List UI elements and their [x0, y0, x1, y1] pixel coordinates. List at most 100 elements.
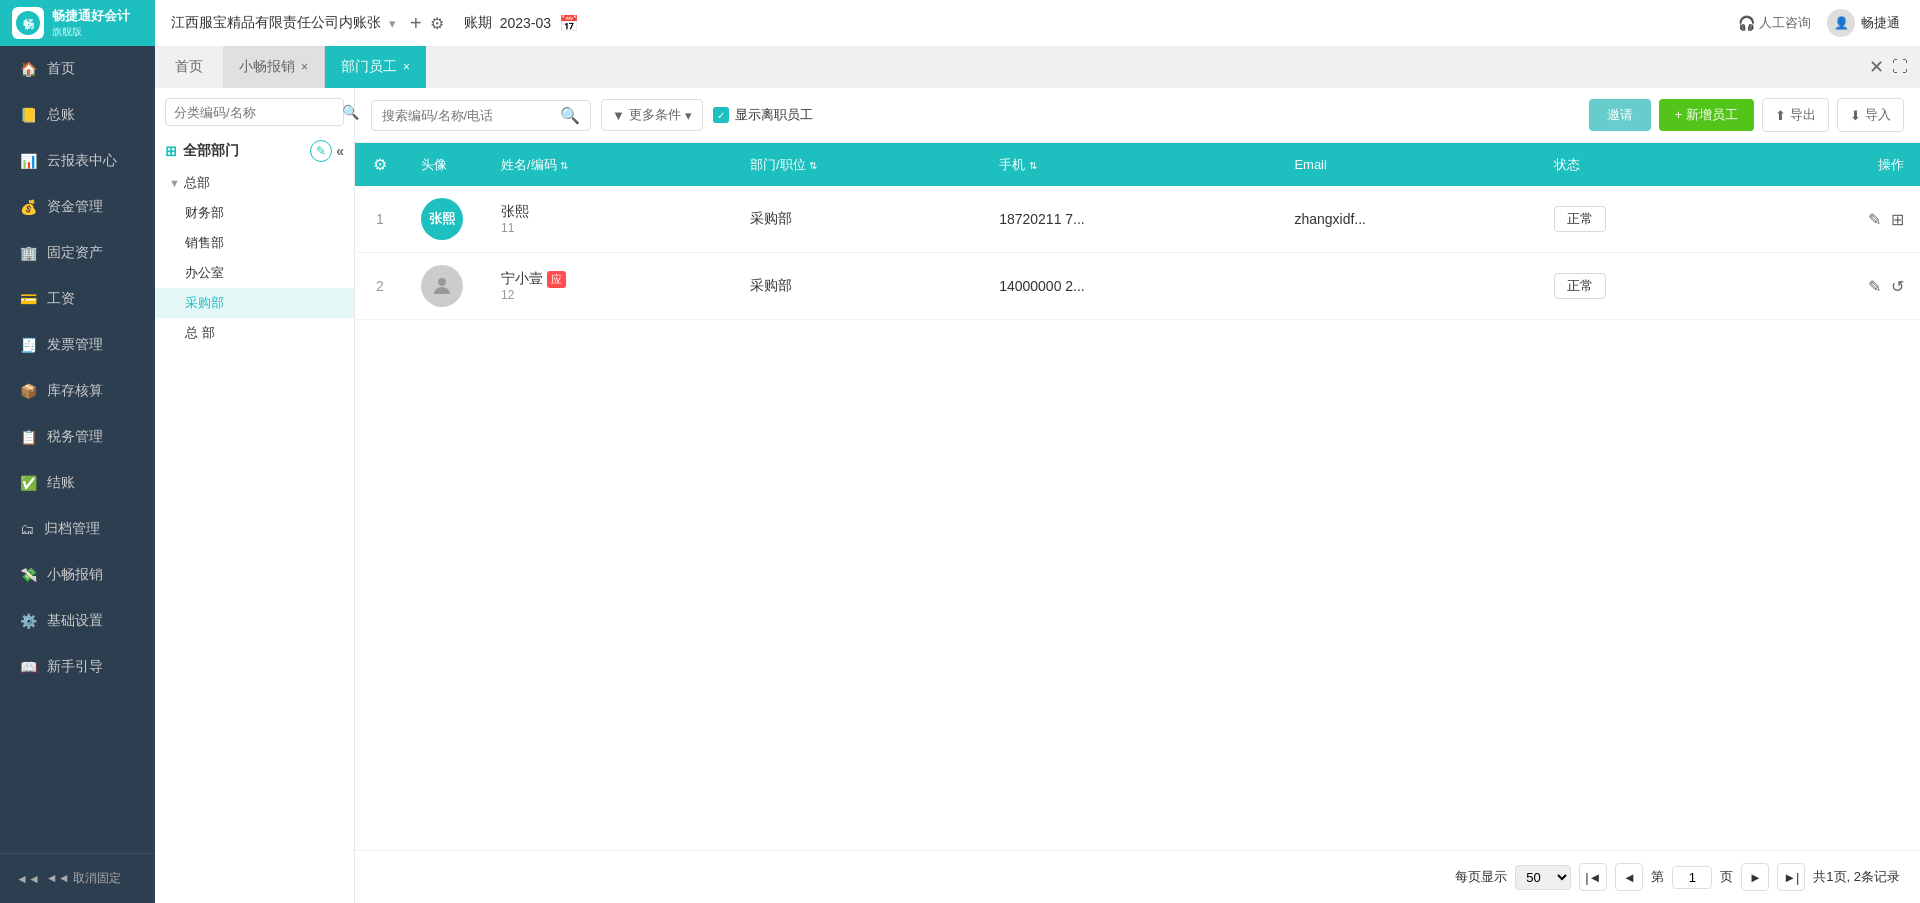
- dept-tree: ▼ 总部 财务部 销售部 办公室 采购部: [155, 168, 354, 348]
- guide-icon: 📖: [20, 659, 37, 675]
- sidebar-item-inventory[interactable]: 📦 库存核算: [0, 368, 155, 414]
- dept-root-label: 总部: [184, 174, 210, 192]
- tab-dept-close[interactable]: ×: [403, 60, 410, 74]
- dept-item-general[interactable]: 总 部: [155, 318, 354, 348]
- invoice-icon: 🧾: [20, 337, 37, 353]
- dept-edit-btn[interactable]: ✎: [310, 140, 332, 162]
- invite-btn[interactable]: 邀请: [1589, 99, 1651, 131]
- row2-tag: 应: [547, 271, 566, 288]
- col-settings[interactable]: ⚙: [355, 143, 405, 186]
- close-window-btn[interactable]: ✕: [1869, 56, 1884, 78]
- unpin-label: ◄◄ 取消固定: [46, 870, 121, 887]
- unpin-btn[interactable]: ◄◄ ◄◄ 取消固定: [0, 862, 155, 895]
- home-icon: 🏠: [20, 61, 37, 77]
- calendar-icon[interactable]: 📅: [559, 14, 579, 33]
- logo-section: 畅 畅捷通好会计 旗舰版: [0, 7, 155, 39]
- sidebar-item-assets[interactable]: 🏢 固定资产: [0, 230, 155, 276]
- tab-home[interactable]: 首页: [155, 46, 223, 88]
- import-btn[interactable]: ⬇ 导入: [1837, 98, 1904, 132]
- row2-phone-cell: 14000000 2...: [983, 253, 1278, 320]
- employee-search-box[interactable]: 🔍: [371, 100, 591, 131]
- maximize-btn[interactable]: ⛶: [1892, 58, 1908, 76]
- dept-item-root[interactable]: ▼ 总部: [155, 168, 354, 198]
- row1-phone-cell: 18720211 7...: [983, 186, 1278, 253]
- row1-edit-btn[interactable]: ✎: [1868, 210, 1881, 229]
- last-page-btn[interactable]: ►|: [1777, 863, 1805, 891]
- service-btn[interactable]: 🎧 人工咨询: [1738, 14, 1811, 32]
- dept-office-label: 办公室: [185, 265, 224, 280]
- sidebar-label-inventory: 库存核算: [47, 382, 103, 400]
- row2-avatar-cell: [405, 253, 485, 320]
- row1-actions: ✎ ⊞: [1765, 210, 1904, 229]
- show-resigned-checkbox-area[interactable]: ✓ 显示离职员工: [713, 106, 813, 124]
- dept-collapse-btn[interactable]: «: [336, 143, 344, 159]
- add-company-icon[interactable]: +: [410, 12, 422, 35]
- row2-delete-btn[interactable]: ↺: [1891, 277, 1904, 296]
- row1-phone: 18720211 7...: [999, 211, 1085, 227]
- dept-item-office[interactable]: 办公室: [155, 258, 354, 288]
- tab-dept[interactable]: 部门员工 ×: [325, 46, 426, 88]
- row1-more-btn[interactable]: ⊞: [1891, 210, 1904, 229]
- tab-xiaochang[interactable]: 小畅报销 ×: [223, 46, 325, 88]
- svg-point-2: [438, 278, 446, 286]
- row1-name-cell: 张熙 11: [485, 186, 734, 253]
- first-page-btn[interactable]: |◄: [1579, 863, 1607, 891]
- resigned-checkbox[interactable]: ✓: [713, 107, 729, 123]
- col-dept[interactable]: 部门/职位 ⇅: [734, 143, 983, 186]
- col-phone[interactable]: 手机 ⇅: [983, 143, 1278, 186]
- export-icon: ⬆: [1775, 108, 1786, 123]
- more-conditions-btn[interactable]: ▼ 更多条件 ▾: [601, 99, 703, 131]
- row2-name-cell: 宁小壹 应 12: [485, 253, 734, 320]
- dept-search-box[interactable]: 🔍: [165, 98, 344, 126]
- company-dropdown-icon[interactable]: ▾: [389, 16, 396, 31]
- sidebar-item-xiaochang[interactable]: 💸 小畅报销: [0, 552, 155, 598]
- next-page-btn[interactable]: ►: [1741, 863, 1769, 891]
- employee-search-input[interactable]: [382, 108, 554, 123]
- sidebar-item-reports[interactable]: 📊 云报表中心: [0, 138, 155, 184]
- sidebar-item-home[interactable]: 🏠 首页: [0, 46, 155, 92]
- unpin-icon: ◄◄: [16, 872, 40, 886]
- export-btn[interactable]: ⬆ 导出: [1762, 98, 1829, 132]
- tab-bar: 首页 小畅报销 × 部门员工 × ✕ ⛶: [155, 46, 1920, 88]
- sidebar-item-tax[interactable]: 📋 税务管理: [0, 414, 155, 460]
- add-employee-btn[interactable]: + 新增员工: [1659, 99, 1754, 131]
- sidebar-item-ledger[interactable]: 📒 总账: [0, 92, 155, 138]
- prev-page-btn[interactable]: ◄: [1615, 863, 1643, 891]
- sidebar-item-guide[interactable]: 📖 新手引导: [0, 644, 155, 690]
- employee-table-container: ⚙ 头像 姓名/编码 ⇅ 部门/职位 ⇅: [355, 143, 1920, 850]
- dept-item-purchase[interactable]: 采购部: [155, 288, 354, 318]
- dept-purchase-label: 采购部: [185, 295, 224, 310]
- header-company-area: 江西服宝精品有限责任公司内账张 ▾ + ⚙ 账期 2023-03 📅: [155, 0, 1718, 46]
- dept-item-finance[interactable]: 财务部: [155, 198, 354, 228]
- dept-expand-icon: ▼: [169, 177, 180, 189]
- dept-grid-icon: ⊞: [165, 143, 177, 159]
- sidebar-item-archive[interactable]: 🗂 归档管理: [0, 506, 155, 552]
- per-page-select[interactable]: 50 100 200: [1515, 865, 1571, 890]
- sidebar-item-invoice[interactable]: 🧾 发票管理: [0, 322, 155, 368]
- sidebar-item-checkout[interactable]: ✅ 结账: [0, 460, 155, 506]
- pagination: 每页显示 50 100 200 |◄ ◄ 第 页 ► ►| 共1页,: [355, 850, 1920, 903]
- edition-badge: 旗舰版: [52, 25, 130, 39]
- row2-edit-btn[interactable]: ✎: [1868, 277, 1881, 296]
- sidebar-item-salary[interactable]: 💳 工资: [0, 276, 155, 322]
- page-input[interactable]: [1672, 866, 1712, 889]
- table-row: 2 宁小壹 应: [355, 253, 1920, 320]
- check-icon: ✓: [717, 110, 725, 121]
- col-name[interactable]: 姓名/编码 ⇅: [485, 143, 734, 186]
- row1-num: 1: [355, 186, 405, 253]
- ledger-icon: 📒: [20, 107, 37, 123]
- sidebar-label-ledger: 总账: [47, 106, 75, 124]
- row1-avatar: 张熙: [421, 198, 463, 240]
- dept-search-input[interactable]: [174, 105, 342, 120]
- sidebar-item-settings[interactable]: ⚙️ 基础设置: [0, 598, 155, 644]
- settings-icon[interactable]: ⚙: [430, 14, 444, 33]
- all-dept-label[interactable]: 全部部门: [183, 142, 239, 160]
- tab-xiaochang-close[interactable]: ×: [301, 60, 308, 74]
- sort-dept-icon: ⇅: [809, 160, 817, 171]
- dept-panel: 🔍 ⊞ 全部部门 ✎ « ▼: [155, 88, 355, 903]
- employee-table: ⚙ 头像 姓名/编码 ⇅ 部门/职位 ⇅: [355, 143, 1920, 320]
- dept-item-sales[interactable]: 销售部: [155, 228, 354, 258]
- user-area[interactable]: 👤 畅捷通: [1827, 9, 1900, 37]
- sidebar-item-funds[interactable]: 💰 资金管理: [0, 184, 155, 230]
- row2-dept-cell: 采购部: [734, 253, 983, 320]
